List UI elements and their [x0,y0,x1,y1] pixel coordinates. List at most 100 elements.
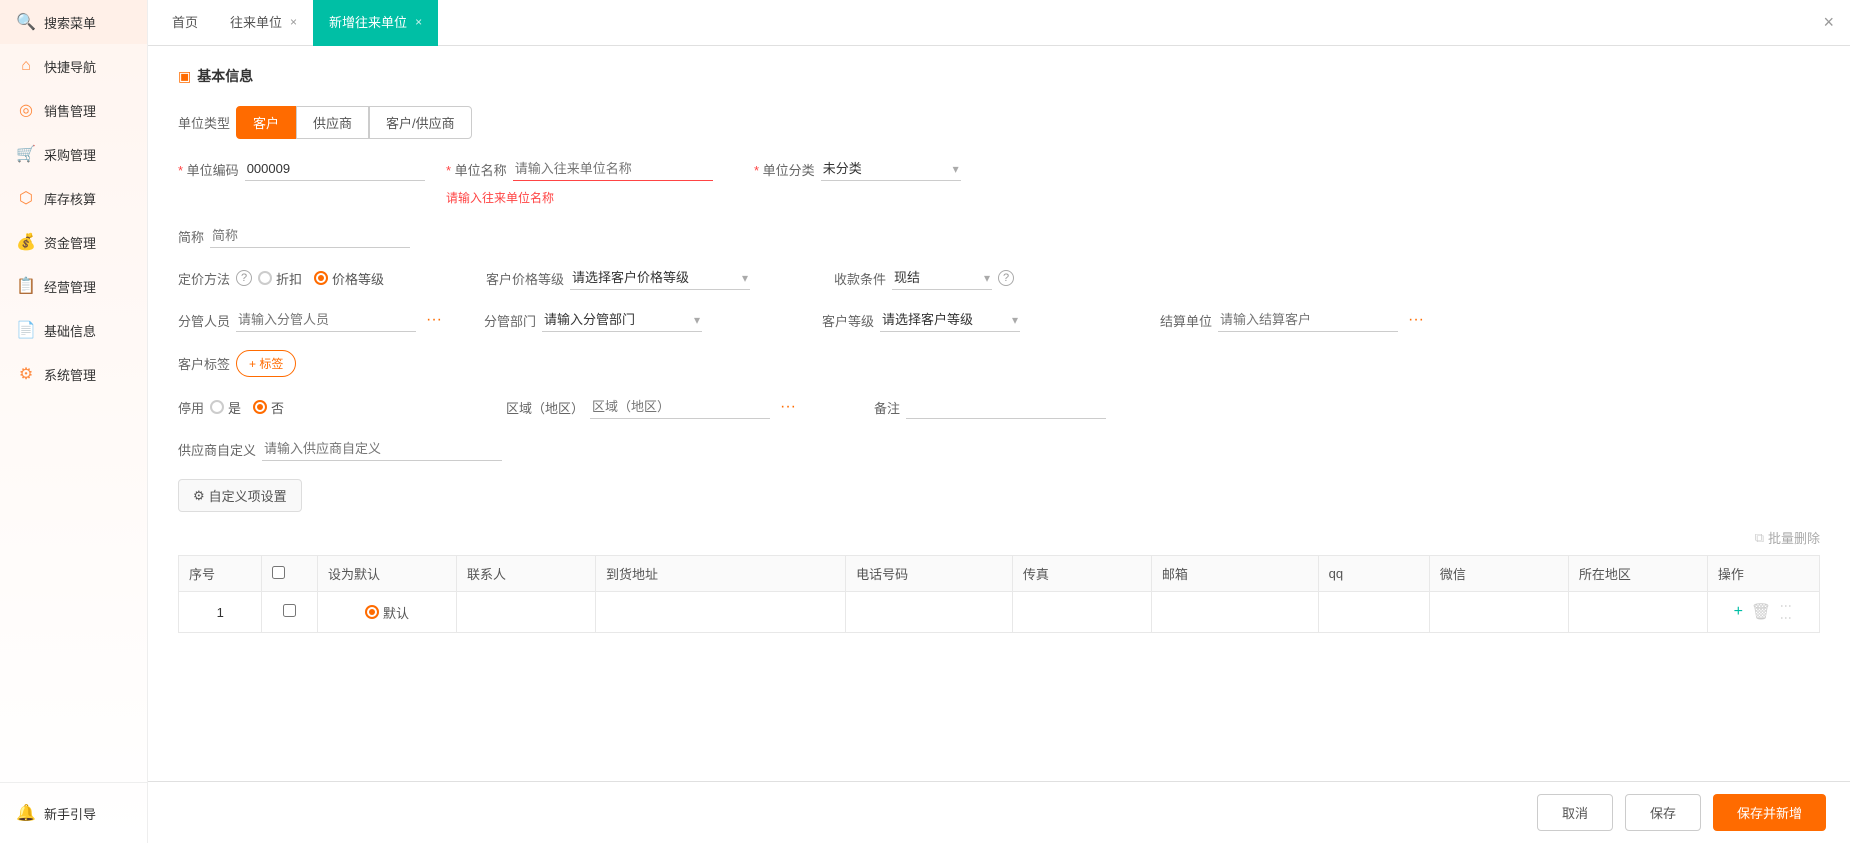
sidebar-item-guide[interactable]: 🔔 新手引导 [0,791,147,835]
pricing-method-field: 定价方法 ? 折扣 价格等级 [178,269,438,288]
batch-delete-label[interactable]: 批量删除 [1768,528,1820,547]
tag-label: 客户标签 [178,354,230,373]
unit-name-field: 单位名称 请输入往来单位名称 [446,157,746,206]
contact-input[interactable] [467,605,585,620]
th-qq: qq [1318,556,1429,592]
operations-icon: 📋 [16,276,36,296]
tab-home[interactable]: 首页 [156,0,214,46]
row-email[interactable] [1151,592,1318,633]
unit-code-input[interactable] [245,157,425,181]
no-label: 否 [271,398,284,417]
manager-input[interactable] [236,308,416,332]
address-input[interactable] [606,605,835,620]
tab-new-partner-close[interactable]: × [415,15,422,29]
save-and-new-button[interactable]: 保存并新增 [1713,794,1826,831]
row-wechat[interactable] [1429,592,1568,633]
custom-section: ⚙ 自定义项设置 [178,479,1820,512]
tab-partners-label: 往来单位 [230,12,282,31]
add-row-button[interactable]: + [1734,603,1743,621]
pricing-level-option[interactable]: 价格等级 [314,269,384,288]
payment-help-icon[interactable]: ? [998,270,1014,286]
abbr-row: 简称 [178,224,1820,248]
no-radio [253,400,267,414]
customer-level-select[interactable]: 请选择客户等级 [880,308,1020,332]
th-address: 到货地址 [595,556,845,592]
row-checkbox[interactable] [283,604,296,617]
phone-input[interactable] [856,605,1002,620]
drag-handle[interactable]: ⋮⋮ [1779,600,1793,624]
supplier-custom-input[interactable] [262,437,502,461]
yes-radio [210,400,224,414]
settlement-input[interactable] [1218,308,1398,332]
disabled-yes[interactable]: 是 [210,398,241,417]
unit-category-select[interactable]: 未分类 [821,157,961,181]
sidebar-item-basic[interactable]: 📄 基础信息 [0,308,147,352]
sidebar-item-system[interactable]: ⚙ 系统管理 [0,352,147,396]
remark-input[interactable] [906,395,1106,419]
pricing-help-icon[interactable]: ? [236,270,252,286]
sidebar-item-label: 系统管理 [44,365,96,384]
close-all-tabs[interactable]: × [1815,12,1842,33]
unit-code-label: 单位编码 [178,160,239,179]
fax-input[interactable] [1023,605,1141,620]
add-tag-button[interactable]: + 标签 [236,350,296,377]
dept-select[interactable]: 请输入分管部门 [542,308,702,332]
region-input[interactable] [590,395,770,419]
tab-new-partner-label: 新增往来单位 [329,12,407,31]
dept-wrapper: 请输入分管部门 [542,308,702,332]
email-input[interactable] [1162,605,1308,620]
table-header-row: 序号 设为默认 联系人 到货地址 电话号码 传真 邮箱 qq 微信 所在地区 操… [179,556,1820,592]
tab-partners[interactable]: 往来单位 × [214,0,313,46]
select-all-checkbox[interactable] [272,566,285,579]
sidebar-item-label: 搜索菜单 [44,13,96,32]
btn-supplier[interactable]: 供应商 [296,106,369,139]
tab-partners-close[interactable]: × [290,15,297,29]
row-contact[interactable] [456,592,595,633]
sidebar-item-inventory[interactable]: ⬡ 库存核算 [0,176,147,220]
disabled-no[interactable]: 否 [253,398,284,417]
purchase-icon: 🛒 [16,144,36,164]
sidebar-item-search[interactable]: 🔍 搜索菜单 [0,0,147,44]
customer-price-level-field: 客户价格等级 请选择客户价格等级 [486,266,786,290]
customer-price-level-select[interactable]: 请选择客户价格等级 [570,266,750,290]
sidebar-item-operations[interactable]: 📋 经营管理 [0,264,147,308]
row-check[interactable] [262,592,318,633]
settlement-more-btn[interactable]: ··· [1404,311,1428,329]
pricing-discount-option[interactable]: 折扣 [258,269,302,288]
search-icon: 🔍 [16,12,36,32]
tab-home-label: 首页 [172,12,198,31]
row-qq[interactable] [1318,592,1429,633]
save-button[interactable]: 保存 [1625,794,1701,831]
row-fax[interactable] [1012,592,1151,633]
sidebar-item-purchase[interactable]: 🛒 采购管理 [0,132,147,176]
del-row-button[interactable]: 🗑 [1751,602,1771,622]
abbr-input[interactable] [210,224,410,248]
wechat-input[interactable] [1440,605,1558,620]
btn-both[interactable]: 客户/供应商 [369,106,472,139]
row-region[interactable] [1568,592,1707,633]
sidebar-item-quicknav[interactable]: ⌂ 快捷导航 [0,44,147,88]
region-label: 区域（地区） [506,398,584,417]
row-phone[interactable] [846,592,1013,633]
payment-terms-select[interactable]: 现结 [892,266,992,290]
qq-input[interactable] [1329,605,1419,620]
sidebar-item-label: 销售管理 [44,101,96,120]
payment-terms-wrapper: 现结 [892,266,992,290]
row-address[interactable] [595,592,845,633]
manager-more-btn[interactable]: ··· [422,311,446,329]
region-more-btn[interactable]: ··· [776,398,800,416]
dept-label: 分管部门 [484,311,536,330]
pricing-radio-group: 折扣 价格等级 [258,269,384,288]
sidebar-item-finance[interactable]: 💰 资金管理 [0,220,147,264]
region-cell-input[interactable] [1579,605,1697,620]
unit-category-select-wrapper: 未分类 [821,157,961,181]
unit-name-input[interactable] [513,157,713,181]
main-area: 首页 往来单位 × 新增往来单位 × × ▣ 基本信息 单位类型 客户 供应商 … [148,0,1850,843]
btn-customer[interactable]: 客户 [236,106,296,139]
sidebar-item-sales[interactable]: ◎ 销售管理 [0,88,147,132]
set-default-radio[interactable]: 默认 [328,603,446,622]
custom-settings-button[interactable]: ⚙ 自定义项设置 [178,479,302,512]
unit-code-field: 单位编码 [178,157,438,181]
tab-new-partner[interactable]: 新增往来单位 × [313,0,438,46]
cancel-button[interactable]: 取消 [1537,794,1613,831]
